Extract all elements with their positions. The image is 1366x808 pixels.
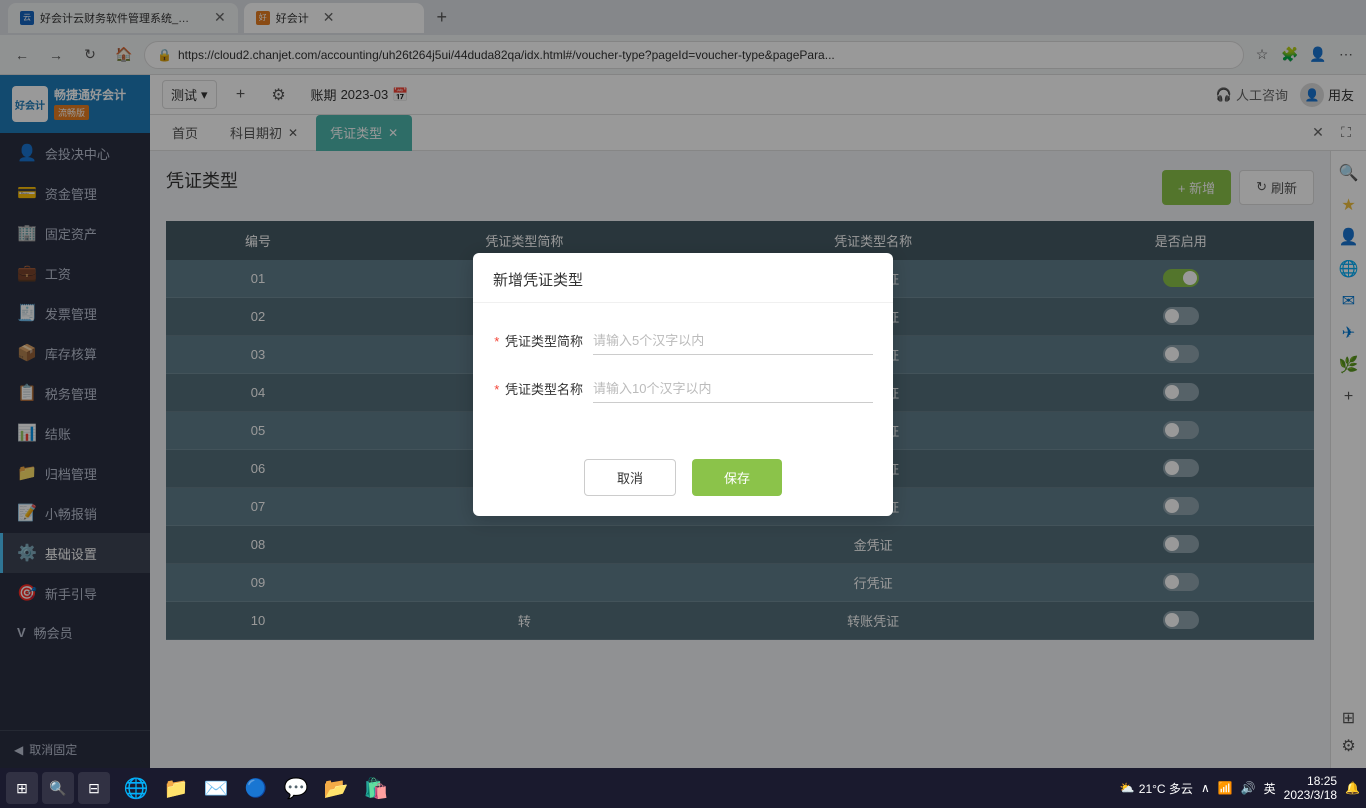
taskbar-app-files[interactable]: 📂	[318, 770, 354, 806]
add-voucher-type-modal: 新增凭证类型 * 凭证类型简称 * 凭证类型名称 取消 保存	[473, 253, 893, 516]
clock-info[interactable]: 18:25 2023/3/18	[1284, 774, 1337, 802]
taskbar-right: ⛅ 21°C 多云 ∧ 📶 🔊 英 18:25 2023/3/18 🔔	[1120, 774, 1360, 802]
clock-date: 2023/3/18	[1284, 788, 1337, 802]
weather-icon: ⛅	[1120, 781, 1135, 795]
modal-footer: 取消 保存	[473, 447, 893, 516]
taskbar: ⊞ 🔍 ⊟ 🌐 📁 ✉️ 🔵 💬 📂 🛍️ ⛅ 21°C 多云 ∧ 📶 🔊 英 …	[0, 768, 1366, 808]
name-input[interactable]	[593, 375, 873, 403]
taskbar-app-explorer[interactable]: 📁	[158, 770, 194, 806]
taskbar-app-mail[interactable]: ✉️	[198, 770, 234, 806]
taskbar-app-chrome[interactable]: 🌐	[118, 770, 154, 806]
task-view-button[interactable]: ⊟	[78, 772, 110, 804]
taskbar-app-store[interactable]: 🛍️	[358, 770, 394, 806]
abbr-label-text: 凭证类型简称	[505, 334, 583, 349]
start-button[interactable]: ⊞	[6, 772, 38, 804]
weather-text: 21°C 多云	[1139, 780, 1193, 797]
modal-header: 新增凭证类型	[473, 253, 893, 303]
form-row-abbr: * 凭证类型简称	[493, 327, 873, 355]
clock-time: 18:25	[1284, 774, 1337, 788]
name-label: * 凭证类型名称	[493, 379, 593, 398]
abbr-input[interactable]	[593, 327, 873, 355]
taskbar-app-wechat[interactable]: 💬	[278, 770, 314, 806]
network-icon[interactable]: 📶	[1218, 781, 1233, 795]
abbr-label: * 凭证类型简称	[493, 331, 593, 350]
taskbar-apps: 🌐 📁 ✉️ 🔵 💬 📂 🛍️	[118, 770, 394, 806]
required-star-name: *	[494, 382, 499, 397]
tray-icon-up[interactable]: ∧	[1201, 781, 1210, 795]
save-button[interactable]: 保存	[692, 459, 782, 496]
name-label-text: 凭证类型名称	[505, 382, 583, 397]
cancel-button[interactable]: 取消	[584, 459, 676, 496]
modal-body: * 凭证类型简称 * 凭证类型名称	[473, 303, 893, 447]
taskbar-app-edge[interactable]: 🔵	[238, 770, 274, 806]
weather-info: ⛅ 21°C 多云	[1120, 780, 1193, 797]
required-star-abbr: *	[494, 334, 499, 349]
lang-indicator: 英	[1264, 780, 1276, 797]
modal-overlay: 新增凭证类型 * 凭证类型简称 * 凭证类型名称 取消 保存	[0, 0, 1366, 768]
notification-icon[interactable]: 🔔	[1345, 781, 1360, 795]
form-row-name: * 凭证类型名称	[493, 375, 873, 403]
search-taskbar-button[interactable]: 🔍	[42, 772, 74, 804]
volume-icon[interactable]: 🔊	[1241, 781, 1256, 795]
